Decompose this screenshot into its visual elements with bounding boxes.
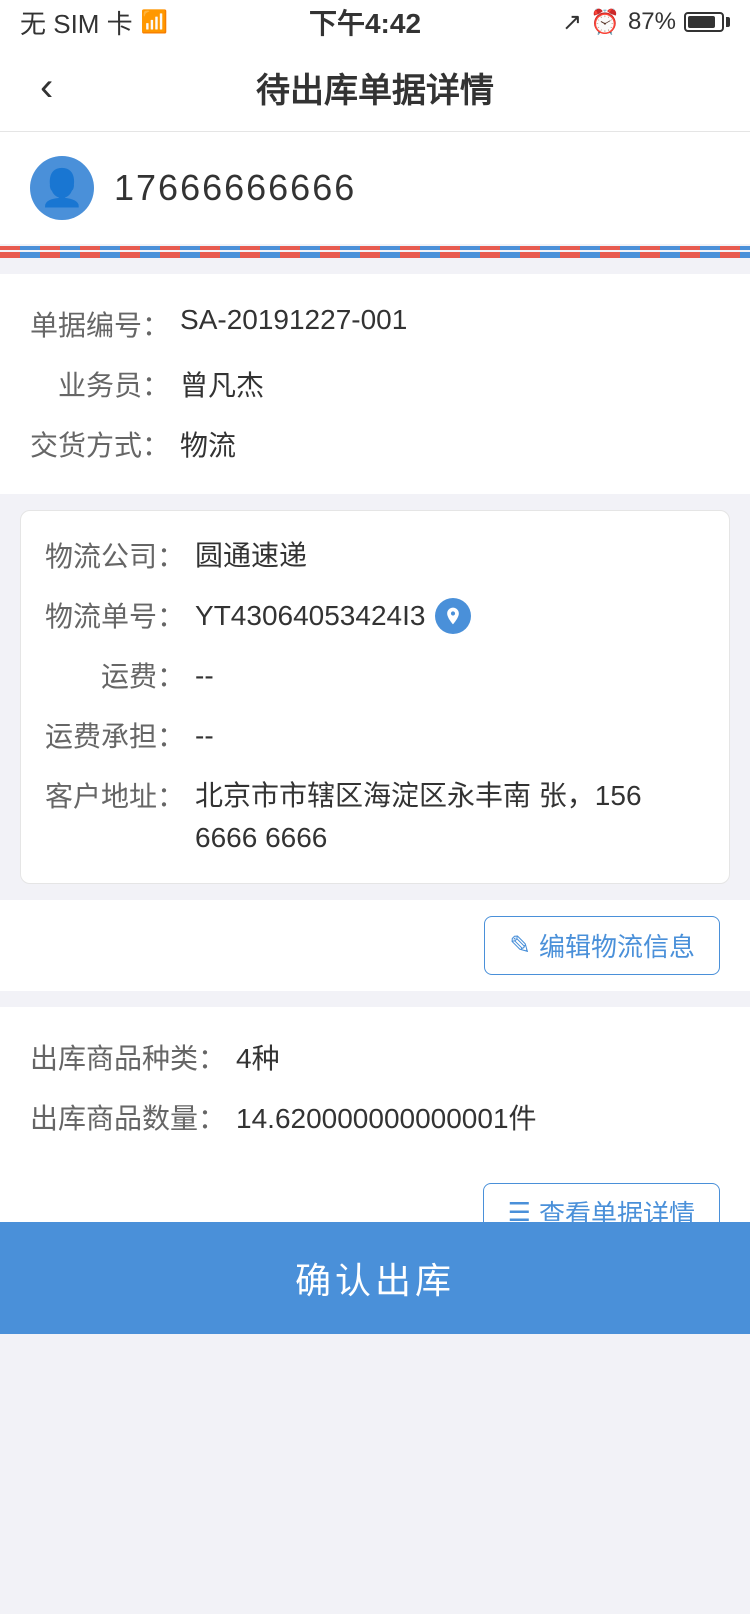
goods-quantity-value: 14.620000000000001件	[236, 1097, 537, 1137]
status-left: 无 SIM 卡 📶	[20, 4, 168, 41]
freight-label: 运费：	[45, 655, 185, 695]
status-right: ↗ ⏰ 87%	[562, 8, 730, 37]
delivery-method-label: 交货方式：	[30, 424, 170, 464]
battery-label: 87%	[628, 8, 676, 36]
main-content: 👤 17666666666 单据编号： SA-20191227-001 业务员：…	[0, 132, 750, 1614]
freight-bearer-row: 运费承担： --	[45, 715, 705, 757]
salesperson-row: 业务员： 曾凡杰	[30, 364, 720, 404]
location-icon[interactable]	[435, 598, 471, 634]
battery-indicator	[684, 12, 730, 32]
goods-section: 出库商品种类： 4种 出库商品数量： 14.620000000000001件	[0, 1007, 750, 1167]
order-number-row: 单据编号： SA-20191227-001	[30, 304, 720, 344]
logistics-card: 物流公司： 圆通速递 物流单号： YT43064053424I3 运费： -- …	[20, 510, 730, 884]
alarm-icon: ⏰	[590, 8, 620, 37]
tracking-label: 物流单号：	[45, 595, 185, 635]
status-bar: 无 SIM 卡 📶 下午4:42 ↗ ⏰ 87%	[0, 0, 750, 44]
tracking-container: YT43064053424I3	[195, 595, 705, 637]
avatar-icon: 👤	[40, 167, 85, 209]
freight-value: --	[195, 655, 705, 697]
avatar: 👤	[30, 156, 94, 220]
order-number-value: SA-20191227-001	[180, 304, 720, 336]
edit-logistics-button[interactable]: ✎ 编辑物流信息	[484, 916, 720, 975]
tracking-row: 物流单号： YT43064053424I3	[45, 595, 705, 637]
edit-icon: ✎	[509, 930, 531, 961]
nav-bar: ‹ 待出库单据详情	[0, 44, 750, 132]
goods-quantity-label: 出库商品数量：	[30, 1097, 226, 1137]
confirm-outbound-button[interactable]: 确认出库	[295, 1252, 455, 1304]
delivery-method-row: 交货方式： 物流	[30, 424, 720, 464]
address-label: 客户地址：	[45, 775, 185, 815]
freight-bearer-label: 运费承担：	[45, 715, 185, 755]
order-info-section: 单据编号： SA-20191227-001 业务员： 曾凡杰 交货方式： 物流	[0, 274, 750, 494]
address-row: 客户地址： 北京市市辖区海淀区永丰南 张，156 6666 6666	[45, 775, 705, 859]
status-time: 下午4:42	[309, 2, 421, 42]
carrier-label: 无 SIM 卡	[20, 4, 133, 41]
section-divider	[0, 991, 750, 1007]
tracking-number: YT43064053424I3	[195, 595, 425, 637]
freight-row: 运费： --	[45, 655, 705, 697]
freight-bearer-value: --	[195, 715, 705, 757]
logistics-company-label: 物流公司：	[45, 535, 185, 575]
edit-logistics-label: 编辑物流信息	[539, 927, 695, 964]
goods-types-value: 4种	[236, 1037, 280, 1077]
goods-types-label: 出库商品种类：	[30, 1037, 226, 1077]
salesperson-value: 曾凡杰	[180, 364, 720, 404]
goods-types-row: 出库商品种类： 4种	[30, 1037, 720, 1077]
back-button[interactable]: ‹	[30, 55, 63, 120]
order-number-label: 单据编号：	[30, 304, 170, 344]
location-status-icon: ↗	[562, 8, 582, 37]
wifi-icon: 📶	[141, 9, 168, 35]
page-title: 待出库单据详情	[256, 63, 494, 112]
bottom-btn-bar: 确认出库	[0, 1222, 750, 1334]
address-value: 北京市市辖区海淀区永丰南 张，156 6666 6666	[195, 775, 705, 859]
salesperson-label: 业务员：	[30, 364, 170, 404]
dashed-divider	[0, 244, 750, 252]
customer-phone: 17666666666	[114, 167, 356, 209]
delivery-method-value: 物流	[180, 424, 720, 464]
goods-quantity-row: 出库商品数量： 14.620000000000001件	[30, 1097, 720, 1137]
logistics-company-row: 物流公司： 圆通速递	[45, 535, 705, 577]
edit-logistics-btn-row: ✎ 编辑物流信息	[0, 900, 750, 991]
logistics-company-value: 圆通速递	[195, 535, 705, 577]
spacer1	[0, 258, 750, 274]
customer-section: 👤 17666666666	[0, 132, 750, 244]
